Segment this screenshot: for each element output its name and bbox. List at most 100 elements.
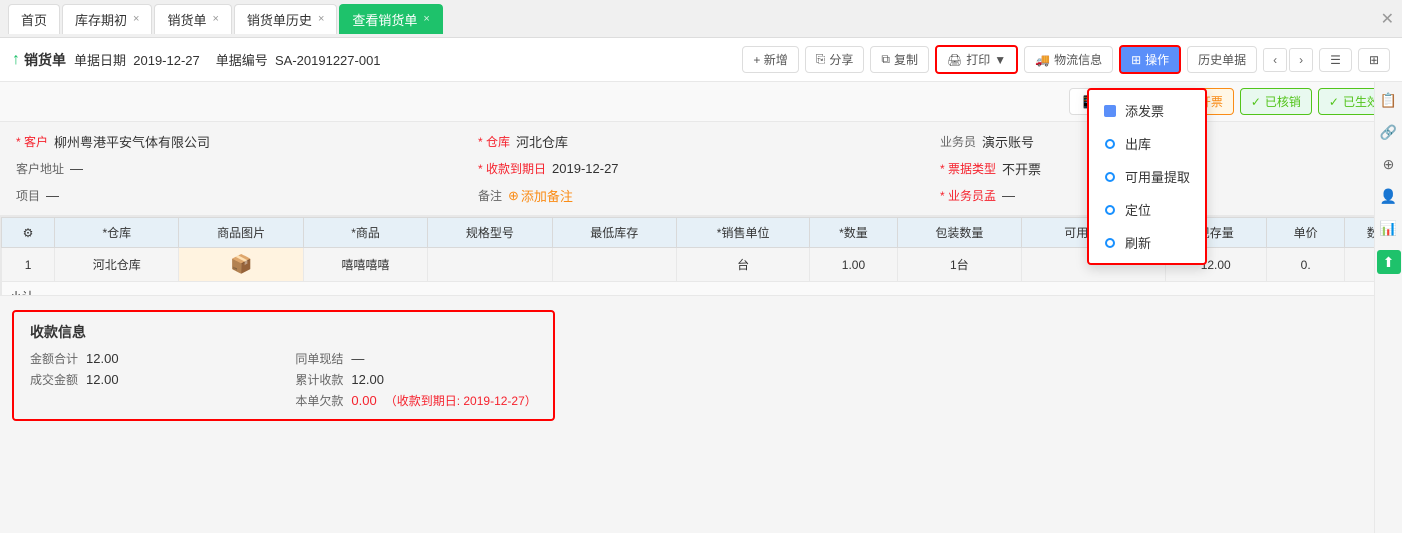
- tab-sales-order-close[interactable]: ×: [212, 13, 218, 25]
- toolbar-info: 单据日期 2019-12-27 单据编号 SA-20191227-001: [74, 50, 381, 69]
- toolbar-title: ↑ 销货单: [12, 50, 66, 70]
- due-date-label: 收款到期日: [478, 160, 546, 177]
- subtotal-label: 小计: [2, 282, 1401, 297]
- row-min-stock: [552, 248, 676, 282]
- sidebar-icon-4[interactable]: 👤: [1379, 186, 1399, 206]
- share-button[interactable]: ⎘ 分享: [805, 46, 865, 73]
- tab-view-sales-close[interactable]: ×: [423, 13, 429, 25]
- col-pack-qty: 包装数量: [897, 218, 1021, 248]
- col-settings: ⚙: [2, 218, 55, 248]
- row-spec: [428, 248, 552, 282]
- outbound-icon: [1103, 137, 1117, 151]
- new-button[interactable]: + 新增: [742, 46, 798, 73]
- tab-inventory-init[interactable]: 库存期初 ×: [62, 4, 152, 34]
- staff-label: 业务员: [940, 133, 976, 150]
- add-invoice-item[interactable]: 添发票: [1089, 94, 1205, 127]
- warehouse-row: 仓库 河北仓库: [478, 132, 924, 151]
- available-extract-item[interactable]: 可用量提取: [1089, 160, 1205, 193]
- row-price: 0.: [1266, 248, 1344, 282]
- locate-item[interactable]: 定位: [1089, 193, 1205, 226]
- row-image: 📦: [179, 248, 303, 282]
- grid-icon: ⊞: [1131, 53, 1141, 67]
- tab-sales-history-close[interactable]: ×: [318, 13, 324, 25]
- staff-value: 演示账号: [982, 132, 1034, 151]
- col-min-stock: 最低库存: [552, 218, 676, 248]
- tab-sales-history-label: 销货单历史: [247, 10, 312, 29]
- print-button[interactable]: 🖨 打印 ▼: [935, 45, 1018, 74]
- refresh-label: 刷新: [1125, 233, 1151, 252]
- row-pack-qty: 1台: [897, 248, 1021, 282]
- outbound-label: 出库: [1125, 134, 1151, 153]
- grid-view-button[interactable]: ⊞: [1358, 48, 1390, 72]
- add-note-link[interactable]: ⊕ 添加备注: [508, 186, 573, 205]
- tab-sales-order-label: 销货单: [167, 10, 206, 29]
- tab-home[interactable]: 首页: [8, 4, 60, 34]
- refresh-item[interactable]: 刷新: [1089, 226, 1205, 259]
- col-spec: 规格型号: [428, 218, 552, 248]
- date-value: 2019-12-27: [133, 53, 200, 68]
- col-image: 商品图片: [179, 218, 303, 248]
- tab-inventory-init-close[interactable]: ×: [133, 13, 139, 25]
- share-icon: ⎘: [816, 52, 826, 67]
- confirmed-button[interactable]: ✓ 已核销: [1240, 88, 1312, 115]
- tab-sales-order[interactable]: 销货单 ×: [154, 4, 231, 34]
- sidebar-icon-5[interactable]: 📊: [1379, 218, 1399, 238]
- col-warehouse: *仓库: [55, 218, 179, 248]
- locate-label: 定位: [1125, 200, 1151, 219]
- customer-row: 客户 柳州粤港平安气体有限公司: [16, 132, 462, 151]
- sidebar-icon-2[interactable]: 🔗: [1379, 122, 1399, 142]
- tab-view-sales-label: 查看销货单: [352, 10, 417, 29]
- window-close-btn[interactable]: ✕: [1381, 9, 1394, 29]
- outbound-item[interactable]: 出库: [1089, 127, 1205, 160]
- project-label: 项目: [16, 187, 40, 204]
- history-button[interactable]: 历史单据: [1187, 46, 1257, 73]
- row-no: 1: [2, 248, 55, 282]
- due-date-value: 2019-12-27: [552, 161, 619, 176]
- sidebar-icon-3[interactable]: ⊕: [1379, 154, 1399, 174]
- project-value: —: [46, 188, 59, 203]
- project-row: 项目 —: [16, 186, 462, 205]
- truck-icon: 🚚: [1035, 53, 1050, 67]
- doc-type-label: 销货单: [24, 50, 66, 70]
- transaction-row: 成交金额 12.00: [30, 371, 271, 388]
- due-row: 本单欠款 0.00 （收款到期日: 2019-12-27）: [295, 392, 536, 409]
- nav-buttons: ‹ ›: [1263, 48, 1313, 72]
- row-unit: 台: [676, 248, 809, 282]
- operation-button[interactable]: ⊞ 操作: [1119, 45, 1181, 74]
- cumulative-label: 累计收款: [295, 371, 343, 388]
- copy-icon: ⧉: [881, 52, 890, 67]
- add-invoice-label: 添发票: [1125, 101, 1164, 120]
- operation-dropdown: 添发票 出库 可用量提取 定位 刷新: [1087, 88, 1207, 265]
- due-date-note: （收款到期日: 2019-12-27）: [385, 392, 537, 409]
- next-button[interactable]: ›: [1289, 48, 1313, 72]
- sidebar-icon-1[interactable]: 📋: [1379, 90, 1399, 110]
- salesman-label: 业务员孟: [940, 187, 996, 204]
- due-label: 本单欠款: [295, 392, 343, 409]
- spacer: [30, 392, 271, 409]
- amount-total-label: 金额合计: [30, 350, 78, 367]
- tab-home-label: 首页: [21, 10, 47, 29]
- same-order-value: —: [351, 351, 364, 366]
- address-value: —: [70, 161, 83, 176]
- payment-wrapper: 收款信息 金额合计 12.00 同单现结 — 成交金额 12.00 累计收款 1…: [0, 296, 1402, 435]
- prev-button[interactable]: ‹: [1263, 48, 1287, 72]
- copy-button[interactable]: ⧉ 复制: [870, 46, 929, 73]
- transaction-value: 12.00: [86, 372, 119, 387]
- list-view-button[interactable]: ☰: [1319, 48, 1352, 72]
- payment-section: 收款信息 金额合计 12.00 同单现结 — 成交金额 12.00 累计收款 1…: [12, 310, 555, 421]
- same-order-row: 同单现结 —: [295, 350, 536, 367]
- logistics-button[interactable]: 🚚 物流信息: [1024, 46, 1113, 73]
- row-product: 嘻嘻嘻嘻: [303, 248, 427, 282]
- warehouse-label: 仓库: [478, 133, 510, 150]
- ticket-type-label: 票据类型: [940, 160, 996, 177]
- tab-sales-history[interactable]: 销货单历史 ×: [234, 4, 337, 34]
- available-extract-icon: [1103, 170, 1117, 184]
- same-order-label: 同单现结: [295, 350, 343, 367]
- tab-view-sales[interactable]: 查看销货单 ×: [339, 4, 442, 34]
- expand-icon[interactable]: ⬆: [1377, 250, 1401, 274]
- sales-icon: ↑: [12, 51, 20, 69]
- add-invoice-icon: [1103, 104, 1117, 118]
- number-value: SA-20191227-001: [275, 53, 381, 68]
- toolbar-left: ↑ 销货单 单据日期 2019-12-27 单据编号 SA-20191227-0…: [12, 50, 381, 70]
- cumulative-row: 累计收款 12.00: [295, 371, 536, 388]
